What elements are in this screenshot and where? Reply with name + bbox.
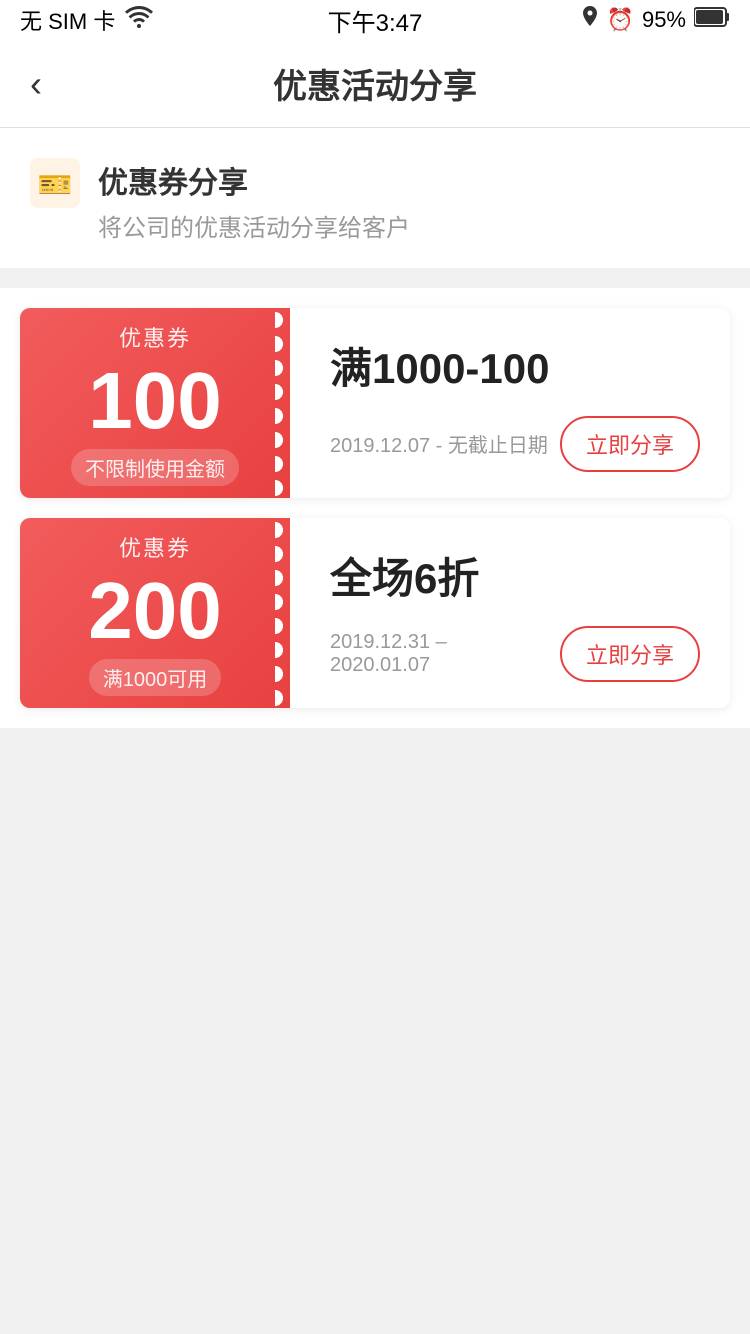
coupon-card-1: 优惠券 100 不限制使用金额 满1000-100 2019.12.07 - 无… xyxy=(20,308,730,498)
coupon-label-1: 优惠券 xyxy=(119,321,191,353)
section-title: 优惠券分享 xyxy=(98,158,410,202)
share-button-1[interactable]: 立即分享 xyxy=(560,416,700,472)
coupon-bottom-row-1: 2019.12.07 - 无截止日期 立即分享 xyxy=(330,416,700,472)
empty-area xyxy=(0,728,750,1228)
coupon-amount-2: 200 xyxy=(88,571,221,651)
svg-text:🎫: 🎫 xyxy=(38,169,73,200)
location-icon xyxy=(581,6,599,34)
coupon-left-2: 优惠券 200 满1000可用 xyxy=(20,518,290,708)
no-sim-text: 无 SIM 卡 xyxy=(20,4,115,36)
back-button[interactable]: ‹ xyxy=(30,63,42,105)
status-right: ⏰ 95% xyxy=(581,6,730,34)
status-left: 无 SIM 卡 xyxy=(20,4,153,36)
section-header: 🎫 优惠券分享 将公司的优惠活动分享给客户 xyxy=(0,128,750,268)
alarm-icon: ⏰ xyxy=(607,7,634,33)
coupon-label-2: 优惠券 xyxy=(119,531,191,563)
section-text-group: 优惠券分享 将公司的优惠活动分享给客户 xyxy=(98,158,410,243)
share-button-2[interactable]: 立即分享 xyxy=(560,626,700,682)
battery-icon xyxy=(694,7,730,33)
nav-title: 优惠活动分享 xyxy=(273,59,477,108)
coupon-left-1: 优惠券 100 不限制使用金额 xyxy=(20,308,290,498)
coupon-share-icon: 🎫 xyxy=(30,158,80,208)
wifi-icon xyxy=(125,6,153,34)
section-subtitle: 将公司的优惠活动分享给客户 xyxy=(98,208,410,243)
coupon-name-1: 满1000-100 xyxy=(330,335,700,396)
coupon-right-1: 满1000-100 2019.12.07 - 无截止日期 立即分享 xyxy=(290,308,730,498)
coupon-date-2: 2019.12.31 – 2020.01.07 xyxy=(330,631,550,677)
coupon-right-2: 全场6折 2019.12.31 – 2020.01.07 立即分享 xyxy=(290,518,730,708)
status-bar: 无 SIM 卡 下午3:47 ⏰ 95% xyxy=(0,0,750,40)
coupon-name-2: 全场6折 xyxy=(330,545,700,606)
status-time: 下午3:47 xyxy=(328,3,423,38)
coupon-list: 优惠券 100 不限制使用金额 满1000-100 2019.12.07 - 无… xyxy=(0,288,750,728)
battery-percent: 95% xyxy=(642,7,686,33)
nav-bar: ‹ 优惠活动分享 xyxy=(0,40,750,128)
coupon-condition-2: 满1000可用 xyxy=(89,659,222,696)
coupon-condition-1: 不限制使用金额 xyxy=(71,449,239,486)
coupon-bottom-row-2: 2019.12.31 – 2020.01.07 立即分享 xyxy=(330,626,700,682)
coupon-date-1: 2019.12.07 - 无截止日期 xyxy=(330,429,550,458)
coupon-amount-1: 100 xyxy=(88,361,221,441)
coupon-card-2: 优惠券 200 满1000可用 全场6折 2019.12.31 – 2020.0… xyxy=(20,518,730,708)
